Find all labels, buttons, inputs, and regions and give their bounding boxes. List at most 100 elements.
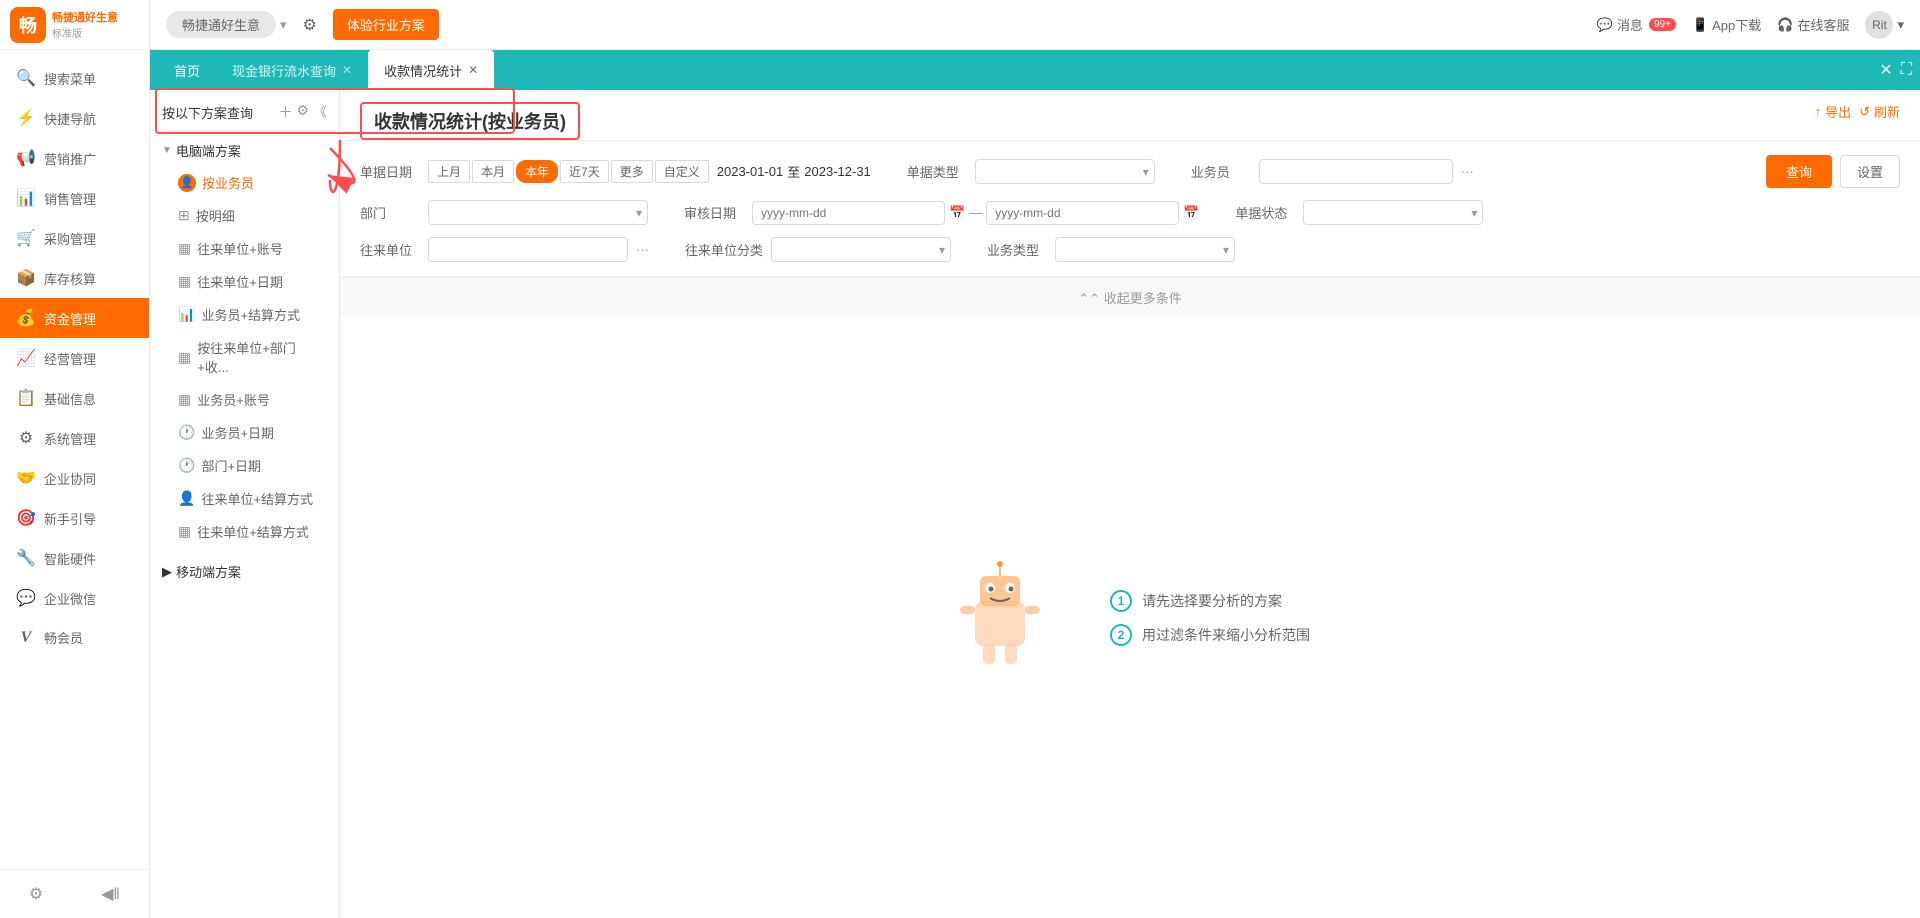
online-service-area[interactable]: 🎧 在线客服 bbox=[1777, 15, 1849, 34]
sidebar-item-enterprise[interactable]: 🤝 企业协同 bbox=[0, 458, 149, 498]
query-button[interactable]: 查询 bbox=[1766, 155, 1832, 188]
tab-close-all-icon[interactable]: ✕ bbox=[1879, 60, 1892, 80]
business-type-select[interactable] bbox=[1055, 237, 1235, 262]
sidebar-item-quick-nav[interactable]: ⚡ 快捷导航 bbox=[0, 98, 149, 138]
scheme-item-counterparty-account[interactable]: ▦ 往来单位+账号 bbox=[150, 232, 339, 265]
filter-row-2: 部门 审核日期 📅 — bbox=[360, 200, 1900, 225]
scheme-icon-dd: 🕐 bbox=[178, 457, 195, 474]
tab-collection-stats-close[interactable]: ✕ bbox=[468, 63, 478, 77]
tab-home[interactable]: 首页 bbox=[158, 50, 216, 90]
date-btn-this-month[interactable]: 本月 bbox=[472, 160, 514, 183]
counterparty-more-btn[interactable]: ··· bbox=[636, 242, 649, 257]
filter-voucher-type: 单据类型 bbox=[907, 159, 1155, 184]
topbar-gear-icon[interactable]: ⚙ bbox=[303, 15, 317, 35]
sidebar-item-purchase[interactable]: 🛒 采购管理 bbox=[0, 218, 149, 258]
filter-business-type: 业务类型 bbox=[987, 237, 1235, 262]
scheme-item-counterparty-method2[interactable]: ▦ 往来单位+结算方式 bbox=[150, 515, 339, 548]
voucher-status-label: 单据状态 bbox=[1235, 203, 1295, 222]
scheme-item-salesperson-method[interactable]: 📊 业务员+结算方式 bbox=[150, 298, 339, 331]
sidebar-nav: 🔍 搜索菜单 ⚡ 快捷导航 📢 营销推广 📊 销售管理 🛒 采购管理 📦 库存核… bbox=[0, 50, 149, 869]
scheme-item-counterparty-date[interactable]: ▦ 往来单位+日期 bbox=[150, 265, 339, 298]
add-scheme-btn[interactable]: ＋ bbox=[278, 102, 292, 122]
sidebar-item-marketing[interactable]: 📢 营销推广 bbox=[0, 138, 149, 178]
scheme-item-by-detail[interactable]: ⊞ 按明细 bbox=[150, 199, 339, 232]
sidebar-item-sales[interactable]: 📊 销售管理 bbox=[0, 178, 149, 218]
filter-counterparty: 往来单位 ··· bbox=[360, 237, 649, 262]
demo-button[interactable]: 体验行业方案 bbox=[333, 9, 439, 40]
sidebar-item-wechat[interactable]: 💬 企业微信 bbox=[0, 578, 149, 618]
app-download-icon: 📱 bbox=[1692, 17, 1708, 33]
scheme-group-mobile-header[interactable]: ▶ 移动端方案 bbox=[150, 556, 339, 587]
empty-hints: 1 请先选择要分析的方案 2 用过滤条件来缩小分析范围 bbox=[1110, 590, 1310, 646]
tab-fullscreen-icon[interactable]: ⛶ bbox=[1901, 61, 1912, 79]
scheme-icon-sa: ▦ bbox=[178, 391, 191, 408]
salesperson-input[interactable] bbox=[1259, 159, 1453, 184]
tab-bank-flow-close[interactable]: ✕ bbox=[342, 63, 352, 77]
voucher-status-select-wrapper bbox=[1303, 200, 1483, 225]
manage-scheme-btn[interactable]: ⚙ bbox=[296, 102, 309, 122]
collapse-bar[interactable]: ⌃⌃ 收起更多条件 bbox=[340, 277, 1920, 317]
counterparty-category-select[interactable] bbox=[771, 237, 951, 262]
scheme-item-counterparty-dept[interactable]: ▦ 按往来单位+部门+收... bbox=[150, 331, 339, 383]
operations-icon: 📈 bbox=[16, 348, 36, 368]
dept-label: 部门 bbox=[360, 203, 420, 222]
robot-icon bbox=[950, 556, 1050, 676]
review-date-start[interactable] bbox=[752, 201, 945, 225]
sidebar-item-member[interactable]: V 畅会员 bbox=[0, 618, 149, 657]
tab-collection-stats[interactable]: 收款情况统计 ✕ bbox=[368, 50, 494, 90]
topbar: 畅捷通好生意 ▾ ⚙ 体验行业方案 💬 消息 99+ 📱 App下载 🎧 在线客… bbox=[150, 0, 1920, 50]
date-btn-custom[interactable]: 自定义 bbox=[655, 160, 709, 183]
headset-icon: 🎧 bbox=[1777, 17, 1793, 33]
footer-settings-btn[interactable]: ⚙ bbox=[21, 880, 51, 908]
app-download-area[interactable]: 📱 App下载 bbox=[1692, 15, 1761, 34]
scheme-icon-cdept: ▦ bbox=[178, 349, 191, 366]
scheme-item-by-salesperson[interactable]: 👤 按业务员 bbox=[150, 166, 339, 199]
sidebar-item-guide[interactable]: 🎯 新手引导 bbox=[0, 498, 149, 538]
counterparty-input[interactable] bbox=[428, 237, 628, 262]
hint-item-1: 1 请先选择要分析的方案 bbox=[1110, 590, 1310, 612]
refresh-button[interactable]: ↺ 刷新 bbox=[1859, 102, 1900, 121]
footer-collapse-btn[interactable]: ◀‖ bbox=[93, 880, 128, 908]
scheme-item-salesperson-date[interactable]: 🕐 业务员+日期 bbox=[150, 416, 339, 449]
hint-item-2: 2 用过滤条件来缩小分析范围 bbox=[1110, 624, 1310, 646]
voucher-status-select[interactable] bbox=[1303, 200, 1483, 225]
scheme-item-dept-date[interactable]: 🕐 部门+日期 bbox=[150, 449, 339, 482]
sidebar-item-smart-hw[interactable]: 🔧 智能硬件 bbox=[0, 538, 149, 578]
sidebar-item-basic[interactable]: 📋 基础信息 bbox=[0, 378, 149, 418]
content-area: 按以下方案查询 ＋ ⚙ 《 ▼ 电脑端方案 👤 按业务员 ⊞ bbox=[150, 90, 1920, 918]
tab-bank-flow[interactable]: 现金银行流水查询 ✕ bbox=[216, 50, 368, 90]
sidebar-item-operations[interactable]: 📈 经营管理 bbox=[0, 338, 149, 378]
scheme-group-desktop-header[interactable]: ▼ 电脑端方案 bbox=[150, 135, 339, 166]
calendar-icon-start: 📅 bbox=[949, 205, 965, 221]
export-button[interactable]: ↑ 导出 bbox=[1815, 102, 1852, 121]
voucher-type-select-wrapper bbox=[975, 159, 1155, 184]
sidebar-item-finance[interactable]: 💰 资金管理 bbox=[0, 298, 149, 338]
review-date-end[interactable] bbox=[986, 201, 1179, 225]
notification-area[interactable]: 💬 消息 99+ bbox=[1597, 15, 1676, 34]
refresh-icon: ↺ bbox=[1859, 104, 1870, 120]
sidebar-item-inventory[interactable]: 📦 库存核算 bbox=[0, 258, 149, 298]
page-title-box: 收款情况统计(按业务员) bbox=[360, 102, 580, 140]
scheme-item-salesperson-account[interactable]: ▦ 业务员+账号 bbox=[150, 383, 339, 416]
voucher-type-select[interactable] bbox=[975, 159, 1155, 184]
date-btn-last-month[interactable]: 上月 bbox=[428, 160, 470, 183]
salesperson-more-btn[interactable]: ··· bbox=[1461, 164, 1474, 179]
breadcrumb-dropdown-icon[interactable]: ▾ bbox=[280, 17, 287, 33]
purchase-icon: 🛒 bbox=[16, 228, 36, 248]
user-area[interactable]: Rit ▾ bbox=[1865, 11, 1904, 39]
date-btn-7days[interactable]: 近7天 bbox=[560, 160, 609, 183]
collapse-panel-btn[interactable]: 《 bbox=[313, 102, 327, 122]
topbar-right: 💬 消息 99+ 📱 App下载 🎧 在线客服 Rit ▾ bbox=[1597, 11, 1904, 39]
filter-counterparty-category: 往来单位分类 bbox=[685, 237, 951, 262]
settings-button[interactable]: 设置 bbox=[1840, 155, 1900, 188]
page-title: 收款情况统计(按业务员) bbox=[374, 108, 566, 134]
sidebar-item-system[interactable]: ⚙ 系统管理 bbox=[0, 418, 149, 458]
dept-select[interactable] bbox=[428, 200, 648, 225]
inventory-icon: 📦 bbox=[16, 268, 36, 288]
scheme-item-counterparty-method1[interactable]: 👤 往来单位+结算方式 bbox=[150, 482, 339, 515]
empty-content: 1 请先选择要分析的方案 2 用过滤条件来缩小分析范围 bbox=[950, 556, 1310, 679]
date-btn-more[interactable]: 更多 bbox=[611, 160, 653, 183]
date-btn-this-year[interactable]: 本年 bbox=[516, 160, 558, 183]
sidebar-item-search[interactable]: 🔍 搜索菜单 bbox=[0, 58, 149, 98]
sidebar-footer: ⚙ ◀‖ bbox=[0, 869, 149, 918]
